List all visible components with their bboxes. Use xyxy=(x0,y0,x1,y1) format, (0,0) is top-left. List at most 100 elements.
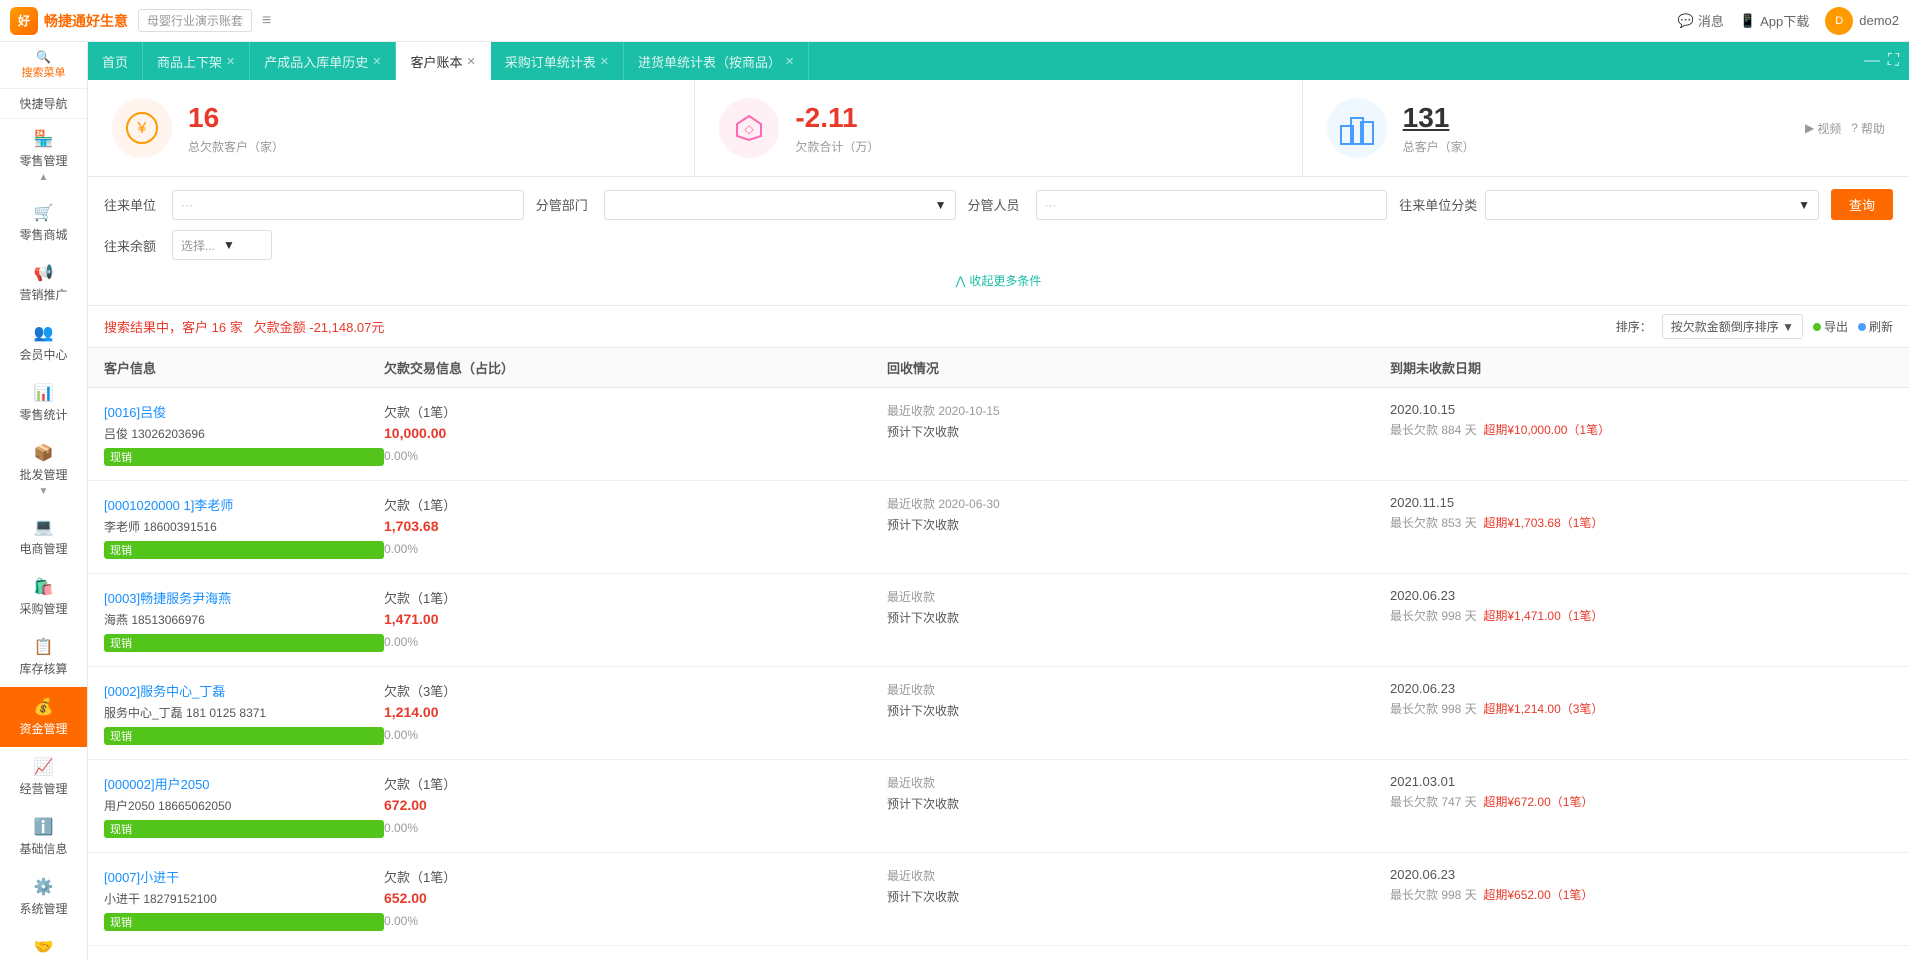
tab-product-listing[interactable]: 商品上下架 ✕ xyxy=(143,42,250,80)
sidebar-item-finance[interactable]: 💰 资金管理 xyxy=(0,687,87,747)
app-download-btn[interactable]: 📱 App下载 xyxy=(1740,11,1809,30)
sidebar-item-system[interactable]: ⚙️ 系统管理 xyxy=(0,867,87,927)
sidebar-purchase-label: 采购管理 xyxy=(19,600,67,617)
sidebar-item-purchase[interactable]: 🛍️ 采购管理 xyxy=(0,567,87,627)
sidebar-item-ecommerce[interactable]: 💻 电商管理 xyxy=(0,507,87,567)
sidebar-item-retail-stats[interactable]: 📊 零售统计 xyxy=(0,373,87,433)
stat-card-debt-amount: ◇ -2.11 欠款合计（万） xyxy=(695,80,1302,176)
overdue-date-0: 2020.10.15 xyxy=(1390,402,1893,417)
tab-purchase-stats-product[interactable]: 进货单统计表（按商品） ✕ xyxy=(624,42,809,80)
app-download-icon: 📱 xyxy=(1740,13,1756,29)
tab-purchase-order-stats[interactable]: 采购订单统计表 ✕ xyxy=(491,42,624,80)
filter-row-2: 往来余额 选择... ▼ xyxy=(104,230,1893,260)
sidebar-item-inventory[interactable]: 📋 库存核算 xyxy=(0,627,87,687)
retail-store-icon: 🛒 xyxy=(34,203,54,223)
results-prefix: 搜索结果中，客户 xyxy=(104,320,208,335)
overdue-detail-0[interactable]: 超期¥10,000.00（1笔） xyxy=(1483,423,1610,437)
customer-name-5[interactable]: [0007]小进干 xyxy=(104,867,384,886)
results-actions: 排序： 按欠款金额倒序排序 ▼ 导出 刷新 xyxy=(1616,314,1893,339)
debt-count-2: 欠款（1笔） xyxy=(384,588,887,607)
refresh-btn[interactable]: 刷新 xyxy=(1858,318,1893,335)
page-content: ¥ 16 总欠款客户（家） ◇ -2.11 xyxy=(88,80,1909,961)
tab-close-product-listing[interactable]: ✕ xyxy=(226,55,235,68)
customer-name-1[interactable]: [0001020000 1]李老师 xyxy=(104,495,384,514)
app-subtitle[interactable]: 母婴行业演示账套 xyxy=(138,9,252,32)
sidebar-item-operations[interactable]: 📈 经营管理 xyxy=(0,747,87,807)
tab-product-history[interactable]: 产成品入库单历史 ✕ xyxy=(250,42,396,80)
debt-amount-4[interactable]: 672.00 xyxy=(384,797,887,813)
dept-label: 分管部门 xyxy=(536,195,596,214)
tab-maximize-btn[interactable]: ⛶ xyxy=(1888,52,1899,70)
overdue-detail-3[interactable]: 超期¥1,214.00（3笔） xyxy=(1483,702,1603,716)
filter-balance: 往来余额 选择... ▼ xyxy=(104,230,424,260)
collapse-label: 收起更多条件 xyxy=(969,272,1041,289)
filter-person: 分管人员 ··· xyxy=(968,190,1388,220)
tab-home[interactable]: 首页 xyxy=(88,42,143,80)
customer-name-2[interactable]: [0003]畅捷服务尹海燕 xyxy=(104,588,384,607)
sidebar-quick-nav[interactable]: 快捷导航 xyxy=(0,89,87,119)
sort-select[interactable]: 按欠款金额倒序排序 ▼ xyxy=(1662,314,1803,339)
tab-close-customer-account[interactable]: ✕ xyxy=(467,55,476,68)
debt-percent-1: 0.00% xyxy=(384,542,887,556)
tab-minimize-btn[interactable]: — xyxy=(1864,52,1880,70)
video-btn[interactable]: ▶ 视频 xyxy=(1805,120,1841,137)
export-btn[interactable]: 导出 xyxy=(1813,318,1848,335)
search-button[interactable]: 查询 xyxy=(1831,189,1893,220)
col-header-overdue: 到期未收款日期 xyxy=(1390,358,1893,377)
debt-amount-0[interactable]: 10,000.00 xyxy=(384,425,887,441)
table-row: [0003]畅捷服务尹海燕 海燕 18513066976 现销 欠款（1笔） 1… xyxy=(88,574,1909,667)
balance-select[interactable]: 选择... ▼ xyxy=(172,230,272,260)
sidebar-item-retail-store[interactable]: 🛒 零售商城 xyxy=(0,193,87,253)
customer-tag-1: 现销 xyxy=(104,541,384,559)
chevron-down-unit-category: ▼ xyxy=(1798,198,1810,212)
tab-close-purchase-stats-product[interactable]: ✕ xyxy=(785,55,794,68)
tab-customer-account[interactable]: 客户账本 ✕ xyxy=(396,42,490,80)
customer-info-4: [000002]用户2050 用户2050 18665062050 现销 xyxy=(104,774,384,838)
customer-name-3[interactable]: [0002]服务中心_丁磊 xyxy=(104,681,384,700)
top-bar: 好 畅捷通好生意 母婴行业演示账套 ≡ 💬 消息 📱 App下载 D demo2 xyxy=(0,0,1909,42)
user-info[interactable]: D demo2 xyxy=(1825,7,1899,35)
export-label: 导出 xyxy=(1824,318,1848,335)
debt-amount-3[interactable]: 1,214.00 xyxy=(384,704,887,720)
recovery-info-2: 最近收款 预计下次收款 xyxy=(887,588,1390,626)
sidebar-item-enterprise-coop[interactable]: 🤝 企业协同 xyxy=(0,927,87,961)
sidebar-item-batch-management[interactable]: 📦 批发管理 ▼ xyxy=(0,433,87,507)
overdue-days-4: 最长欠款 747 天 超期¥672.00（1笔） xyxy=(1390,793,1893,810)
tab-close-purchase-order-stats[interactable]: ✕ xyxy=(600,55,609,68)
sidebar-item-retail-management[interactable]: 🏪 零售管理 ▲ xyxy=(0,119,87,193)
sidebar-item-basic-info[interactable]: ℹ️ 基础信息 xyxy=(0,807,87,867)
customer-phone-0: 吕俊 13026203696 xyxy=(104,425,384,442)
app-download-label: App下载 xyxy=(1760,11,1809,30)
tab-close-product-history[interactable]: ✕ xyxy=(372,55,381,68)
from-unit-input[interactable]: ··· xyxy=(172,190,524,220)
sidebar-item-member-center[interactable]: 👥 会员中心 xyxy=(0,313,87,373)
balance-label: 往来余额 xyxy=(104,236,164,255)
help-btn[interactable]: ? 帮助 xyxy=(1851,120,1885,137)
stats-row: ¥ 16 总欠款客户（家） ◇ -2.11 xyxy=(88,80,1909,177)
debt-amount-5[interactable]: 652.00 xyxy=(384,890,887,906)
unit-category-select[interactable]: ▼ xyxy=(1485,190,1819,220)
sidebar-search[interactable]: 🔍 搜索菜单 xyxy=(0,42,87,89)
overdue-detail-5[interactable]: 超期¥652.00（1笔） xyxy=(1483,888,1593,902)
customer-name-4[interactable]: [000002]用户2050 xyxy=(104,774,384,793)
dept-select[interactable]: ▼ xyxy=(604,190,956,220)
top-bar-left: 好 畅捷通好生意 母婴行业演示账套 ≡ xyxy=(10,7,271,35)
collapse-filters-btn[interactable]: ⋀ 收起更多条件 xyxy=(104,268,1893,293)
menu-toggle[interactable]: ≡ xyxy=(262,12,271,30)
overdue-detail-1[interactable]: 超期¥1,703.68（1笔） xyxy=(1483,516,1603,530)
overdue-detail-2[interactable]: 超期¥1,471.00（1笔） xyxy=(1483,609,1603,623)
tab-purchase-order-stats-label: 采购订单统计表 xyxy=(505,52,596,71)
debt-amount-2[interactable]: 1,471.00 xyxy=(384,611,887,627)
table-header: 客户信息 欠款交易信息（占比） 回收情况 到期未收款日期 xyxy=(88,348,1909,388)
total-customers-icon xyxy=(1327,98,1387,158)
next-payment-3: 预计下次收款 xyxy=(887,702,1390,719)
message-btn[interactable]: 💬 消息 xyxy=(1678,11,1724,30)
app-container: 好 畅捷通好生意 母婴行业演示账套 ≡ 💬 消息 📱 App下载 D demo2 xyxy=(0,0,1909,961)
person-input[interactable]: ··· xyxy=(1036,190,1388,220)
sidebar-retail-management-label: 零售管理 xyxy=(19,152,67,169)
debt-amount-1[interactable]: 1,703.68 xyxy=(384,518,887,534)
customer-name-0[interactable]: [0016]吕俊 xyxy=(104,402,384,421)
sidebar: 🔍 搜索菜单 快捷导航 🏪 零售管理 ▲ 🛒 零售商城 📢 营销推广 👥 会员中… xyxy=(0,42,88,961)
sidebar-item-marketing[interactable]: 📢 营销推广 xyxy=(0,253,87,313)
overdue-detail-4[interactable]: 超期¥672.00（1笔） xyxy=(1483,795,1593,809)
